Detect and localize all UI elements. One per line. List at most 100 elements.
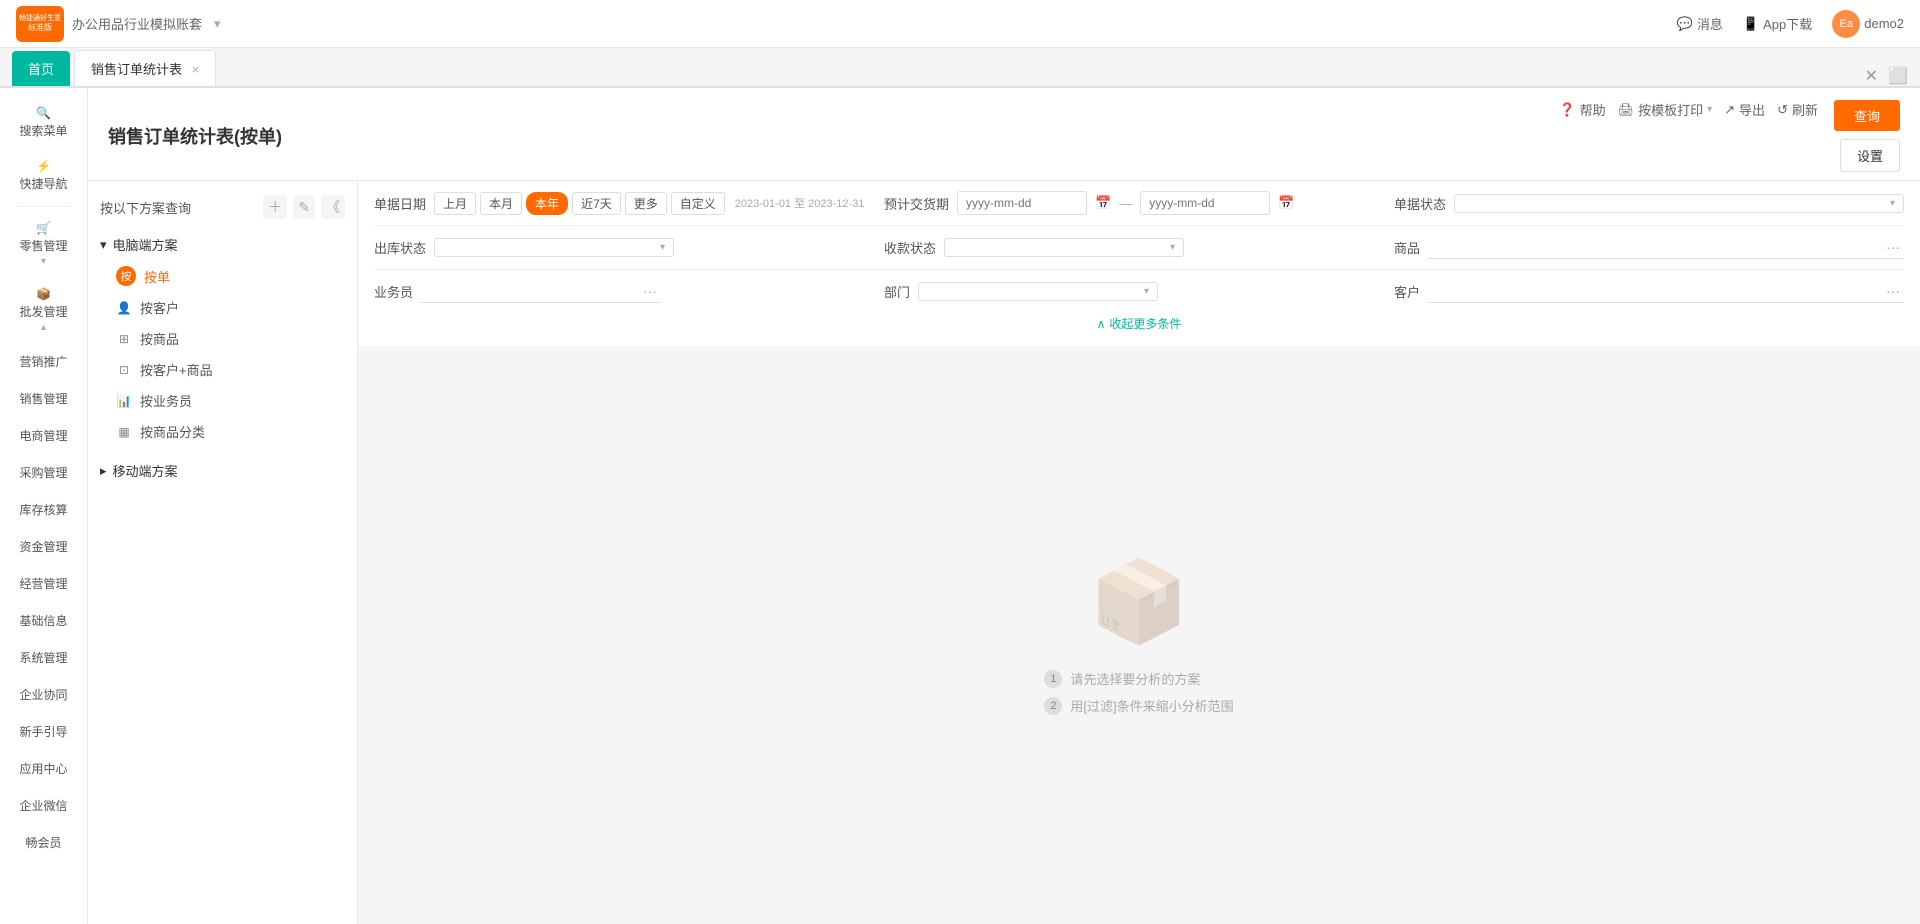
setting-button[interactable]: 设置 (1840, 139, 1900, 172)
tip-num-1: 1 (1044, 670, 1062, 688)
sidebar-item-purchase[interactable]: 采购管理 (0, 454, 87, 491)
sidebar-item-search[interactable]: 🔍 搜索菜单 (0, 96, 87, 149)
empty-tip-1: 1 请先选择要分析的方案 (1044, 669, 1233, 688)
salesman-input[interactable]: ··· (421, 280, 661, 303)
message-button[interactable]: 💬 消息 (1677, 14, 1723, 33)
shipment-dropdown-arrow-icon: ▾ (660, 242, 665, 253)
refresh-button[interactable]: ↺ 刷新 (1777, 100, 1818, 119)
query-button[interactable]: 查询 (1834, 100, 1900, 131)
help-icon: ❓ (1559, 102, 1575, 118)
sidebar-item-marketing[interactable]: 营销推广 (0, 343, 87, 380)
tabbar: 首页 销售订单统计表 × ✕ ⬜ (0, 48, 1920, 88)
page-title: 销售订单统计表(按单) (108, 123, 282, 149)
scheme-item-by-category[interactable]: ▦ 按商品分类 (88, 416, 357, 447)
date-dash: — (1119, 196, 1132, 211)
avatar: Ea (1832, 10, 1860, 38)
tab-sales-order-stats[interactable]: 销售订单统计表 × (74, 50, 216, 86)
delivery-date-to[interactable] (1140, 191, 1270, 215)
date-btn-last-month[interactable]: 上月 (434, 192, 476, 215)
sidebar-item-enterprise[interactable]: 企业协同 (0, 676, 87, 713)
collapse-panel-button[interactable]: 《 (321, 195, 345, 219)
goods-dots-icon[interactable]: ··· (1886, 239, 1900, 255)
logo: 畅捷通好生意 标准版 (16, 6, 64, 42)
date-btn-custom[interactable]: 自定义 (671, 192, 725, 215)
print-icon: 🖨 (1618, 102, 1635, 118)
user-menu[interactable]: Ea demo2 (1832, 10, 1904, 38)
collapse-chevron-icon: ∧ (1097, 317, 1106, 331)
sidebar-item-member[interactable]: 畅会员 (0, 824, 87, 861)
order-status-select[interactable]: ▾ (1454, 194, 1904, 213)
left-panel-header: 按以下方案查询 ＋ ✎ 《 (88, 189, 357, 225)
date-btn-this-year[interactable]: 本年 (526, 192, 568, 215)
close-window-icon[interactable]: ✕ (1865, 66, 1878, 86)
shipment-label: 出库状态 (374, 238, 426, 257)
export-button[interactable]: ↗ 导出 (1724, 100, 1765, 119)
date-sep2-icon: 📅 (1278, 195, 1294, 211)
scheme-item-by-customer[interactable]: 👤 按客户 (88, 292, 357, 323)
left-panel-icons: ＋ ✎ 《 (263, 195, 345, 219)
filter-area: 单据日期 上月 本月 本年 近7天 更多 自定义 2023-01-01 至 20… (358, 181, 1920, 346)
chevron-right-icon: ▸ (100, 463, 107, 479)
maximize-window-icon[interactable]: ⬜ (1888, 66, 1908, 86)
sidebar-item-inventory[interactable]: 库存核算 (0, 491, 87, 528)
dept-dropdown-arrow-icon: ▾ (1144, 286, 1149, 297)
sidebar-item-operation[interactable]: 经营管理 (0, 565, 87, 602)
sidebar-item-shortcuts[interactable]: ⚡ 快捷导航 (0, 149, 87, 202)
sidebar-item-finance[interactable]: 资金管理 (0, 528, 87, 565)
goods-input[interactable]: ··· (1428, 236, 1904, 259)
scheme-item-by-customer-goods[interactable]: ⊡ 按客户+商品 (88, 354, 357, 385)
sidebar-item-apps[interactable]: 应用中心 (0, 750, 87, 787)
body-layout: 按以下方案查询 ＋ ✎ 《 ▾ 电脑端方案 按 (88, 181, 1920, 924)
collapse-button[interactable]: ∧ 收起更多条件 (1097, 315, 1182, 332)
wholesale-arrow-icon: ▴ (41, 322, 46, 333)
window-controls: ✕ ⬜ (1865, 66, 1908, 86)
customer-label: 客户 (1394, 282, 1420, 301)
scheme-item-by-order[interactable]: 按 按单 (88, 260, 357, 292)
sidebar-item-retail[interactable]: 🛒 零售管理 ▾ (0, 211, 87, 277)
sidebar-item-sales[interactable]: 销售管理 (0, 380, 87, 417)
tab-close-icon[interactable]: × (192, 62, 200, 77)
receipt-dropdown-arrow-icon: ▾ (1170, 242, 1175, 253)
content-area: 销售订单统计表(按单) ❓ 帮助 🖨 按模板打印 ▾ ↗ 导出 (88, 88, 1920, 924)
edit-scheme-button[interactable]: ✎ (293, 195, 315, 219)
sidebar-item-newbie[interactable]: 新手引导 (0, 713, 87, 750)
shipment-select[interactable]: ▾ (434, 238, 674, 257)
sidebar-item-basic[interactable]: 基础信息 (0, 602, 87, 639)
help-button[interactable]: ❓ 帮助 (1559, 100, 1605, 119)
right-content: 单据日期 上月 本月 本年 近7天 更多 自定义 2023-01-01 至 20… (358, 181, 1920, 924)
status-dropdown-arrow-icon: ▾ (1890, 198, 1895, 209)
date-btn-more[interactable]: 更多 (625, 192, 667, 215)
tab-home[interactable]: 首页 (12, 51, 70, 86)
add-scheme-button[interactable]: ＋ (263, 195, 287, 219)
sidebar-item-wechat[interactable]: 企业微信 (0, 787, 87, 824)
scheme-item-by-salesman[interactable]: 📊 按业务员 (88, 385, 357, 416)
app-download-button[interactable]: 📱 App下载 (1743, 14, 1812, 33)
sidebar-item-wholesale[interactable]: 📦 批发管理 ▴ (0, 277, 87, 343)
scheme-item-by-goods[interactable]: ⊞ 按商品 (88, 323, 357, 354)
customer-input[interactable]: ··· (1428, 280, 1904, 303)
retail-arrow-icon: ▾ (41, 256, 46, 267)
dept-select[interactable]: ▾ (918, 282, 1158, 301)
customer-goods-icon: ⊡ (116, 362, 132, 378)
app-icon: 📱 (1743, 16, 1759, 32)
salesman-cell: 业务员 ··· (374, 280, 884, 303)
customer-dots-icon[interactable]: ··· (1886, 283, 1900, 299)
category-icon: ▦ (116, 424, 132, 440)
sidebar-item-system[interactable]: 系统管理 (0, 639, 87, 676)
date-btn-this-month[interactable]: 本月 (480, 192, 522, 215)
delivery-date-from[interactable] (957, 191, 1087, 215)
salesman-dots-icon[interactable]: ··· (643, 283, 657, 299)
receipt-select[interactable]: ▾ (944, 238, 1184, 257)
goods-icon: ⊞ (116, 331, 132, 347)
dropdown-arrow-icon[interactable]: ▾ (214, 16, 221, 32)
logo-text: 畅捷通好生意 标准版 (19, 14, 61, 33)
scheme-group-pc-title[interactable]: ▾ 电脑端方案 (88, 229, 357, 260)
print-button[interactable]: 🖨 按模板打印 ▾ (1618, 100, 1713, 119)
sidebar-item-ecommerce[interactable]: 电商管理 (0, 417, 87, 454)
scheme-group-mobile: ▸ 移动端方案 (88, 451, 357, 490)
receipt-label: 收款状态 (884, 238, 936, 257)
topbar-title: 办公用品行业模拟账套 (72, 14, 202, 33)
date-btn-7days[interactable]: 近7天 (572, 192, 621, 215)
scheme-group-mobile-title[interactable]: ▸ 移动端方案 (88, 455, 357, 486)
sidebar-divider (17, 206, 69, 207)
